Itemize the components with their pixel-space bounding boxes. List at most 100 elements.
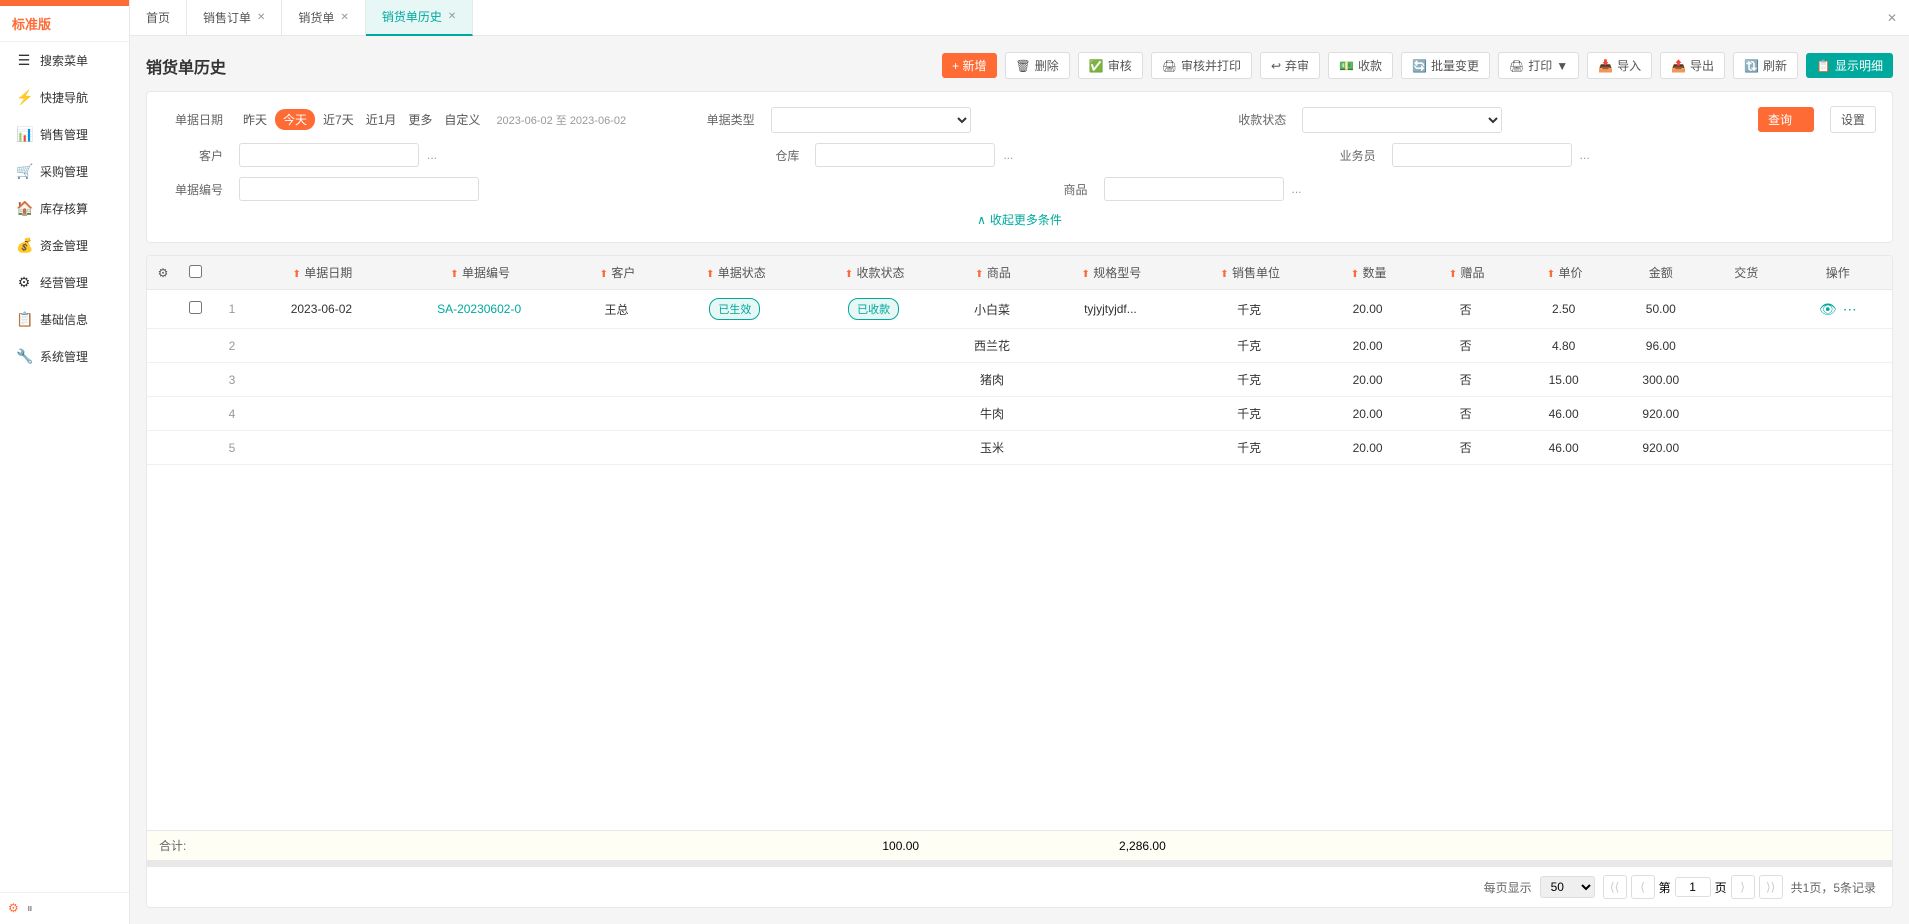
th-unit[interactable]: ⬆ 销售单位 — [1180, 256, 1319, 290]
shortcut-7days[interactable]: 近7天 — [319, 109, 358, 130]
th-goods[interactable]: ⬆ 商品 — [943, 256, 1041, 290]
th-doc-no[interactable]: ⬆ 单据编号 — [391, 256, 568, 290]
sort-icon: ⬆ — [1351, 269, 1359, 280]
customer-dots[interactable]: ... — [427, 148, 437, 162]
batch-change-button[interactable]: 🔄 批量变更 — [1401, 52, 1490, 79]
first-page-button[interactable]: ⟨⟨ — [1603, 875, 1627, 899]
cell-checkbox[interactable] — [179, 363, 212, 397]
collapse-button[interactable]: ∧ 收起更多条件 — [977, 211, 1062, 228]
doc-type-select[interactable] — [771, 107, 971, 133]
cell-doc-no[interactable]: SA-20230602-0 — [391, 290, 568, 329]
cell-doc-no[interactable] — [391, 329, 568, 363]
cell-doc-no[interactable] — [391, 363, 568, 397]
cell-doc-no[interactable] — [391, 431, 568, 465]
import-button[interactable]: 📥 导入 — [1587, 52, 1652, 79]
cell-index: 1 — [212, 290, 252, 329]
cell-doc-no[interactable] — [391, 397, 568, 431]
tab-home[interactable]: 首页 — [130, 0, 187, 36]
audit-button[interactable]: ✅ 审核 — [1078, 52, 1143, 79]
cell-goods: 玉米 — [943, 431, 1041, 465]
salesman-label: 业务员 — [1316, 147, 1376, 164]
prev-page-button[interactable]: ⟨ — [1631, 875, 1655, 899]
refresh-button[interactable]: 🔃 刷新 — [1733, 52, 1798, 79]
print-button[interactable]: 🖨 打印 ▼ — [1498, 52, 1579, 79]
page-input[interactable] — [1675, 877, 1711, 897]
warehouse-group: ... — [815, 143, 1299, 167]
cell-checkbox[interactable] — [179, 290, 212, 329]
cell-checkbox[interactable] — [179, 397, 212, 431]
shortcut-1month[interactable]: 近1月 — [362, 109, 401, 130]
abandon-button[interactable]: ↩ 弃审 — [1260, 52, 1320, 79]
more-action[interactable]: ⋯ — [1843, 301, 1857, 317]
toolbar: + 新增 🗑 删除 ✅ 审核 🖨 审核并打印 ↩ 弃审 — [942, 52, 1893, 79]
sidebar-item-search-menu[interactable]: ☰ 搜索菜单 — [0, 42, 129, 79]
salesman-input[interactable] — [1392, 143, 1572, 167]
th-price[interactable]: ⬆ 单价 — [1515, 256, 1613, 290]
th-spec[interactable]: ⬆ 规格型号 — [1041, 256, 1180, 290]
tab-sales-history-close[interactable]: ✕ — [448, 11, 456, 22]
tab-sales-goods-close[interactable]: ✕ — [340, 12, 348, 23]
last-page-button[interactable]: ⟩⟩ — [1759, 875, 1783, 899]
th-payment-status[interactable]: ⬆ 收款状态 — [804, 256, 943, 290]
cell-trade — [1709, 397, 1784, 431]
doc-no-input[interactable] — [239, 177, 479, 201]
cell-checkbox[interactable] — [179, 431, 212, 465]
cell-doc-status — [665, 363, 804, 397]
cell-amount: 300.00 — [1613, 363, 1709, 397]
tab-sales-goods[interactable]: 销货单 ✕ — [282, 0, 365, 36]
sidebar-item-sales-mgmt[interactable]: 📊 销售管理 — [0, 116, 129, 153]
warehouse-input[interactable] — [815, 143, 995, 167]
cell-doc-date — [252, 397, 391, 431]
payment-status-select[interactable] — [1302, 107, 1502, 133]
audit-print-button[interactable]: 🖨 审核并打印 — [1151, 52, 1252, 79]
cell-checkbox[interactable] — [179, 329, 212, 363]
query-button[interactable]: 查询 — [1758, 107, 1814, 132]
goods-dots[interactable]: ... — [1292, 182, 1302, 196]
select-all-checkbox[interactable] — [189, 265, 202, 278]
sidebar-item-purchase-mgmt[interactable]: 🛒 采购管理 — [0, 153, 129, 190]
sidebar-item-finance-mgmt[interactable]: 💰 资金管理 — [0, 227, 129, 264]
row-checkbox[interactable] — [189, 301, 202, 314]
sidebar-settings-icon[interactable]: ⚙ — [8, 901, 19, 916]
import-icon: 📥 — [1598, 59, 1613, 73]
goods-label: 商品 — [1028, 181, 1088, 198]
sidebar-collapse-icon[interactable]: ⏸ — [27, 901, 33, 916]
collect-button[interactable]: 💵 收款 — [1328, 52, 1393, 79]
th-doc-date[interactable]: ⬆ 单据日期 — [252, 256, 391, 290]
warehouse-dots[interactable]: ... — [1003, 148, 1013, 162]
salesman-dots[interactable]: ... — [1580, 148, 1590, 162]
th-settings[interactable]: ⚙ — [147, 256, 179, 290]
tab-sales-order[interactable]: 销售订单 ✕ — [187, 0, 282, 36]
settings-button[interactable]: 设置 — [1830, 106, 1876, 133]
th-qty[interactable]: ⬆ 数量 — [1319, 256, 1417, 290]
table-scroll: ⚙ ⬆ 单据日期 ⬆ 单据编号 ⬆ 客户 ⬆ 单据状态 ⬆ 收款状态 ⬆ 商品 … — [147, 256, 1892, 830]
show-detail-button[interactable]: 📋 显示明细 — [1806, 53, 1893, 78]
customer-input[interactable] — [239, 143, 419, 167]
th-gift[interactable]: ⬆ 赠品 — [1417, 256, 1515, 290]
delete-button[interactable]: 🗑 删除 — [1005, 52, 1070, 79]
sidebar-item-operation-mgmt[interactable]: ⚙ 经营管理 — [0, 264, 129, 301]
th-customer[interactable]: ⬆ 客户 — [567, 256, 665, 290]
th-checkbox[interactable] — [179, 256, 212, 290]
export-button[interactable]: 📤 导出 — [1660, 52, 1725, 79]
tab-sales-history[interactable]: 销货单历史 ✕ — [366, 0, 473, 36]
new-button[interactable]: + 新增 — [942, 53, 996, 78]
cell-action — [1784, 363, 1892, 397]
shortcut-today[interactable]: 今天 — [275, 109, 315, 130]
view-action[interactable]: 👁 — [1819, 301, 1837, 317]
sidebar-item-label: 经营管理 — [40, 274, 88, 291]
th-doc-status[interactable]: ⬆ 单据状态 — [665, 256, 804, 290]
sidebar-item-basic-info[interactable]: 📋 基础信息 — [0, 301, 129, 338]
next-page-button[interactable]: ⟩ — [1731, 875, 1755, 899]
shortcut-custom[interactable]: 自定义 — [440, 109, 484, 130]
shortcut-more[interactable]: 更多 — [404, 109, 436, 130]
goods-input[interactable] — [1104, 177, 1284, 201]
tab-sales-order-close[interactable]: ✕ — [257, 12, 265, 23]
sidebar-item-system-mgmt[interactable]: 🔧 系统管理 — [0, 338, 129, 375]
tab-close-all[interactable]: ✕ — [1875, 11, 1909, 25]
abandon-icon: ↩ — [1271, 59, 1281, 73]
sidebar-item-quick-nav[interactable]: ⚡ 快捷导航 — [0, 79, 129, 116]
sidebar-item-inventory[interactable]: 🏠 库存核算 — [0, 190, 129, 227]
per-page-select[interactable]: 50 100 — [1540, 876, 1595, 898]
shortcut-yesterday[interactable]: 昨天 — [239, 109, 271, 130]
